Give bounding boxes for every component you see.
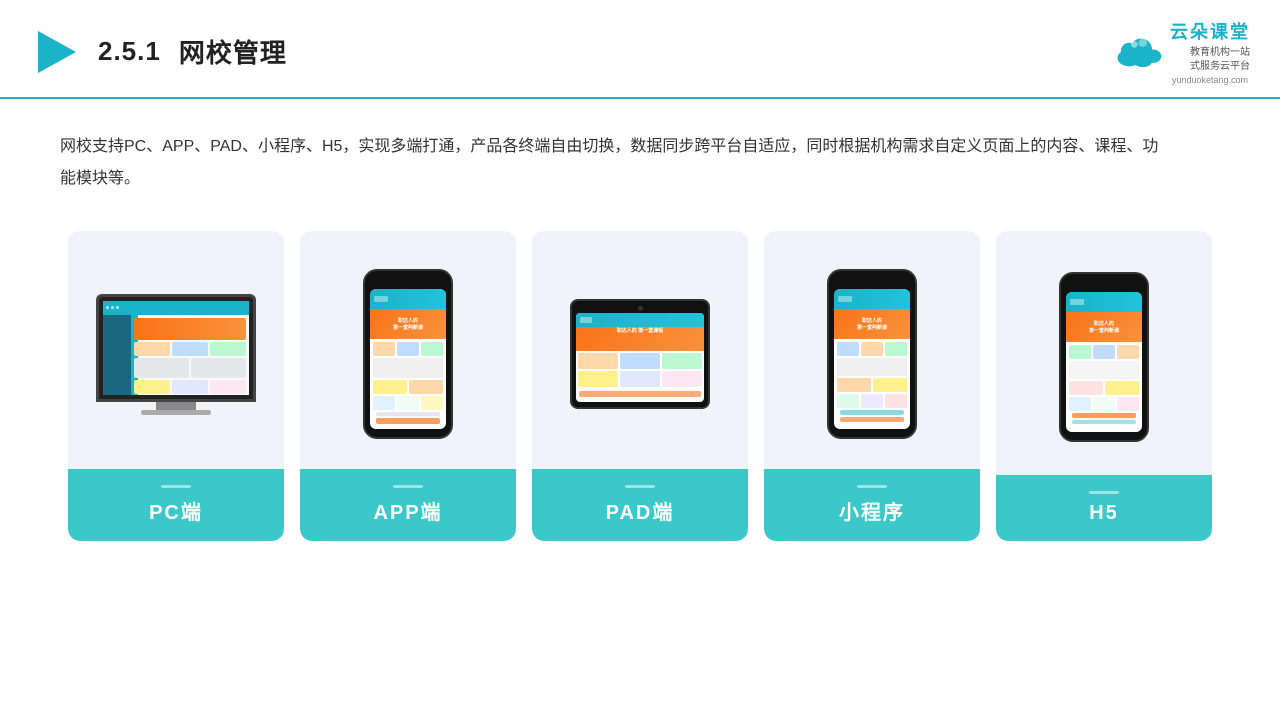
app-image-area: 职达人的第一堂判断课 (300, 231, 516, 469)
pc-screen-outer (96, 294, 256, 402)
brand-name-block: 云朵课堂 教育机构一站 式服务云平台 yunduoketang.com (1170, 18, 1250, 85)
brand-url: yunduoketang.com (1170, 75, 1250, 85)
pc-card: PC端 (68, 231, 284, 541)
header-left: 2.5.1 网校管理 (30, 27, 287, 77)
brand-tagline: 教育机构一站 式服务云平台 (1170, 46, 1250, 74)
pad-tablet-mockup: 职达人的 第一堂课程 (570, 299, 710, 409)
h5-label: H5 (996, 475, 1212, 541)
pc-mockup (96, 294, 256, 415)
cards-container: PC端 职达人的第一堂判断课 (60, 231, 1220, 541)
pc-screen-content (103, 301, 249, 395)
pad-card: 职达人的 第一堂课程 (532, 231, 748, 541)
pc-label: PC端 (68, 469, 284, 541)
miniprogram-image-area: 职达人的第一堂判断课 (764, 231, 980, 469)
header: 2.5.1 网校管理 云朵课堂 教育机构一站 式服务云平台 y (0, 0, 1280, 99)
brand-logo: 云朵课堂 教育机构一站 式服务云平台 yunduoketang.com (1110, 18, 1250, 85)
main-content: 网校支持PC、APP、PAD、小程序、H5，实现多端打通，产品各终端自由切换，数… (0, 99, 1280, 561)
header-right: 云朵课堂 教育机构一站 式服务云平台 yunduoketang.com (1110, 18, 1250, 85)
pad-image-area: 职达人的 第一堂课程 (532, 231, 748, 469)
miniprogram-phone-mockup: 职达人的第一堂判断课 (827, 269, 917, 439)
miniprogram-label: 小程序 (764, 469, 980, 541)
page-title-name: 网校管理 (179, 33, 287, 70)
brand-name: 云朵课堂 (1170, 18, 1250, 44)
cloud-icon (1110, 36, 1162, 68)
app-card: 职达人的第一堂判断课 (300, 231, 516, 541)
app-phone-mockup: 职达人的第一堂判断课 (363, 269, 453, 439)
app-label: APP端 (300, 469, 516, 541)
pad-label: PAD端 (532, 469, 748, 541)
page-title: 2.5.1 (98, 36, 161, 67)
description-text: 网校支持PC、APP、PAD、小程序、H5，实现多端打通，产品各终端自由切换，数… (60, 131, 1160, 195)
h5-image-area: 职达人的第一堂判断课 (996, 231, 1212, 475)
h5-card: 职达人的第一堂判断课 (996, 231, 1212, 541)
pc-image-area (68, 231, 284, 469)
play-logo-icon (30, 27, 80, 77)
miniprogram-card: 职达人的第一堂判断课 (764, 231, 980, 541)
h5-phone-mockup: 职达人的第一堂判断课 (1059, 272, 1149, 442)
